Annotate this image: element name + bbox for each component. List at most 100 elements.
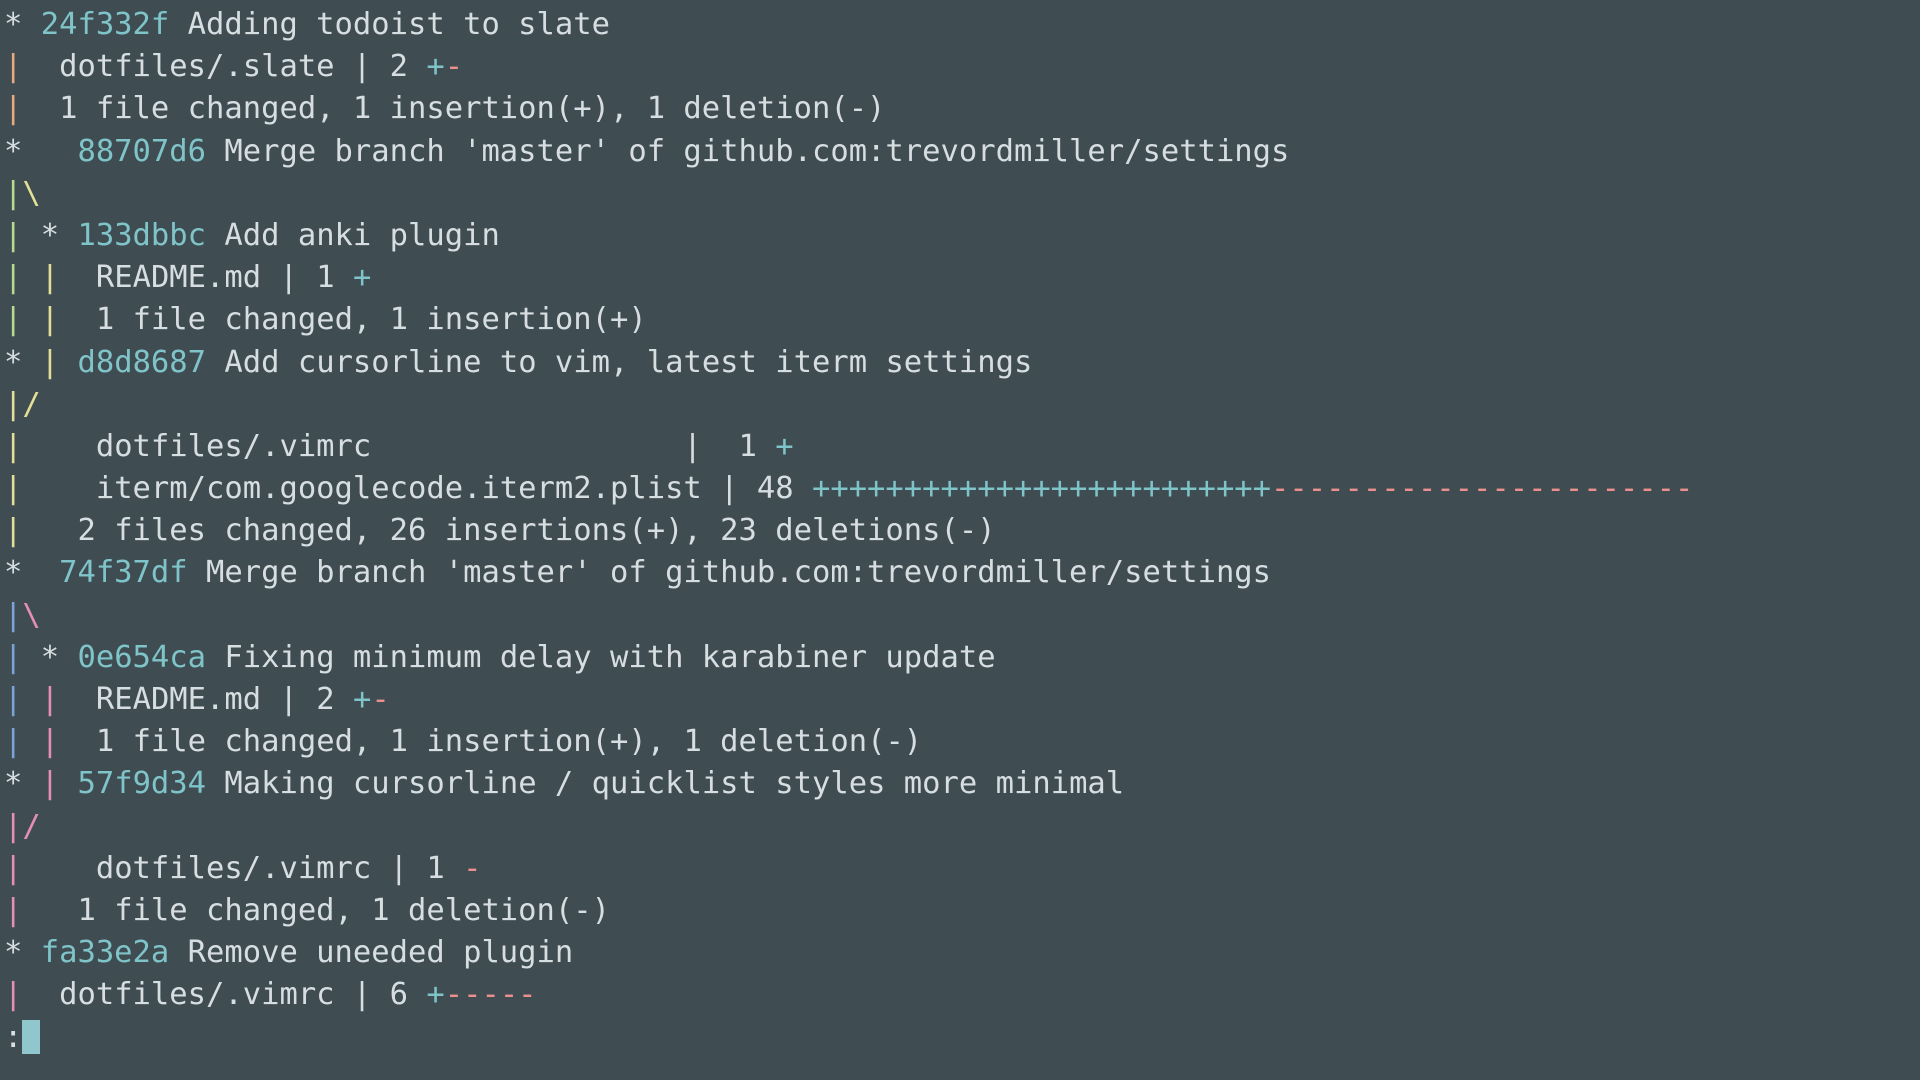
- segment-plus: +++++++++++++++++++++++++: [811, 471, 1272, 507]
- segment-plus: +: [352, 260, 372, 296]
- segment-text: README.md | 1: [59, 260, 353, 296]
- segment-minus: -: [444, 49, 464, 85]
- segment-pink: \: [22, 597, 41, 633]
- segment-green: |: [4, 302, 23, 338]
- segment-green: |: [4, 175, 23, 211]
- terminal-output[interactable]: * 24f332f Adding todoist to slate | dotfi…: [0, 0, 1920, 1080]
- segment-yellow: |: [4, 471, 23, 507]
- segment-text: README.md | 2: [59, 682, 353, 717]
- segment-yellow: /: [22, 386, 41, 422]
- terminal-line-commit: * 74f37df Merge branch 'master' of githu…: [4, 552, 1920, 594]
- segment-hash: 0e654ca: [77, 639, 207, 675]
- segment-plus: +: [426, 49, 445, 85]
- terminal-line-commit: * 24f332f Adding todoist to slate: [4, 4, 1920, 46]
- segment-text: [22, 682, 40, 717]
- segment-pink: |: [4, 850, 23, 886]
- segment-pink: |: [40, 766, 60, 802]
- segment-minus: -----------------------: [1271, 471, 1694, 507]
- segment-orange: |: [4, 49, 23, 85]
- segment-text: Add cursorline to vim, latest iterm sett…: [206, 344, 1033, 380]
- segment-text: *: [4, 555, 60, 591]
- segment-hash: 74f37df: [59, 555, 188, 591]
- pager-prompt-symbol: :: [4, 1019, 23, 1055]
- segment-text: *: [4, 344, 41, 380]
- block-cursor-icon: [22, 1019, 40, 1054]
- segment-text: dotfiles/.vimrc | 1: [22, 850, 464, 886]
- segment-hash: d8d8687: [77, 344, 207, 380]
- segment-yellow: |: [4, 386, 23, 422]
- terminal-line-graph: |/: [4, 384, 1920, 426]
- segment-text: Remove uneeded plugin: [169, 935, 574, 971]
- segment-pink: |: [40, 682, 60, 717]
- segment-text: 1 file changed, 1 insertion(+), 1 deleti…: [59, 724, 923, 760]
- segment-text: Fixing minimum delay with karabiner upda…: [206, 639, 996, 675]
- terminal-line-summary: | 2 files changed, 26 insertions(+), 23 …: [4, 510, 1920, 552]
- terminal-line-stat: | dotfiles/.vimrc | 6 +-----: [4, 974, 1920, 1016]
- segment-text: dotfiles/.vimrc | 1: [22, 428, 776, 464]
- terminal-line-commit: | * 133dbbc Add anki plugin: [4, 215, 1920, 257]
- segment-text: 1 file changed, 1 insertion(+): [59, 302, 647, 338]
- segment-blue: |: [4, 724, 23, 760]
- segment-text: [59, 766, 77, 801]
- segment-minus: -----: [444, 977, 537, 1013]
- terminal-line-stat: | dotfiles/.slate | 2 +-: [4, 46, 1920, 88]
- terminal-line-stat: | dotfiles/.vimrc | 1 +: [4, 426, 1920, 468]
- segment-hash: 24f332f: [40, 7, 170, 42]
- segment-text: *: [4, 7, 41, 42]
- segment-yellow: |: [40, 344, 60, 380]
- segment-yellow: |: [40, 260, 60, 296]
- segment-text: [22, 302, 40, 337]
- segment-pink: |: [4, 892, 23, 928]
- segment-hash: fa33e2a: [40, 935, 170, 971]
- terminal-line-stat: | dotfiles/.vimrc | 1 -: [4, 848, 1920, 890]
- segment-text: Making cursorline / quicklist styles mor…: [206, 766, 1125, 802]
- segment-hash: 57f9d34: [77, 766, 207, 802]
- terminal-line-commit: | * 0e654ca Fixing minimum delay with ka…: [4, 637, 1920, 679]
- segment-pink: |: [4, 808, 23, 844]
- segment-minus: -: [463, 850, 482, 886]
- segment-blue: |: [4, 597, 23, 633]
- terminal-line-stat: | iterm/com.googlecode.iterm2.plist | 48…: [4, 468, 1920, 510]
- terminal-line-stat: | | README.md | 2 +-: [4, 679, 1920, 721]
- segment-text: [22, 724, 40, 759]
- segment-text: Merge branch 'master' of github.com:trev…: [206, 133, 1290, 169]
- terminal-line-summary: | | 1 file changed, 1 insertion(+): [4, 299, 1920, 341]
- segment-hash: 88707d6: [77, 133, 206, 169]
- segment-plus: +: [775, 428, 794, 464]
- segment-text: *: [4, 935, 41, 971]
- terminal-line-graph: |/: [4, 806, 1920, 848]
- terminal-line-summary: | 1 file changed, 1 deletion(-): [4, 890, 1920, 932]
- segment-text: iterm/com.googlecode.iterm2.plist | 48: [22, 471, 812, 507]
- segment-text: Add anki plugin: [206, 217, 500, 253]
- segment-hash: 133dbbc: [77, 217, 207, 253]
- terminal-line-graph: |\: [4, 173, 1920, 215]
- segment-text: [59, 345, 77, 380]
- terminal-line-commit: * 88707d6 Merge branch 'master' of githu…: [4, 131, 1920, 173]
- segment-orange: |: [4, 91, 23, 127]
- segment-green: |: [4, 260, 23, 296]
- segment-plus: +: [426, 977, 445, 1013]
- segment-text: [22, 260, 40, 295]
- terminal-line-summary: | 1 file changed, 1 insertion(+), 1 dele…: [4, 88, 1920, 130]
- segment-yellow: |: [40, 302, 60, 338]
- segment-text: 1 file changed, 1 deletion(-): [22, 892, 610, 928]
- segment-text: *: [4, 133, 78, 169]
- pager-prompt-line[interactable]: :: [4, 1017, 1920, 1059]
- segment-pink: |: [4, 977, 23, 1013]
- segment-yellow: |: [4, 513, 23, 549]
- segment-text: 2 files changed, 26 insertions(+), 23 de…: [22, 513, 996, 549]
- segment-blue: |: [4, 682, 23, 717]
- terminal-line-commit: * | d8d8687 Add cursorline to vim, lates…: [4, 342, 1920, 384]
- terminal-line-stat: | | README.md | 1 +: [4, 257, 1920, 299]
- segment-yellow: |: [4, 428, 23, 464]
- segment-text: dotfiles/.vimrc | 6: [22, 977, 427, 1013]
- segment-text: *: [22, 217, 78, 253]
- terminal-line-summary: | | 1 file changed, 1 insertion(+), 1 de…: [4, 721, 1920, 763]
- terminal-line-commit: * | 57f9d34 Making cursorline / quicklis…: [4, 763, 1920, 805]
- segment-minus: -: [371, 682, 390, 717]
- segment-blue: |: [4, 639, 23, 675]
- segment-pink: /: [22, 808, 41, 844]
- segment-text: dotfiles/.slate | 2: [22, 49, 427, 85]
- segment-plus: +: [352, 682, 372, 717]
- segment-text: 1 file changed, 1 insertion(+), 1 deleti…: [22, 91, 886, 127]
